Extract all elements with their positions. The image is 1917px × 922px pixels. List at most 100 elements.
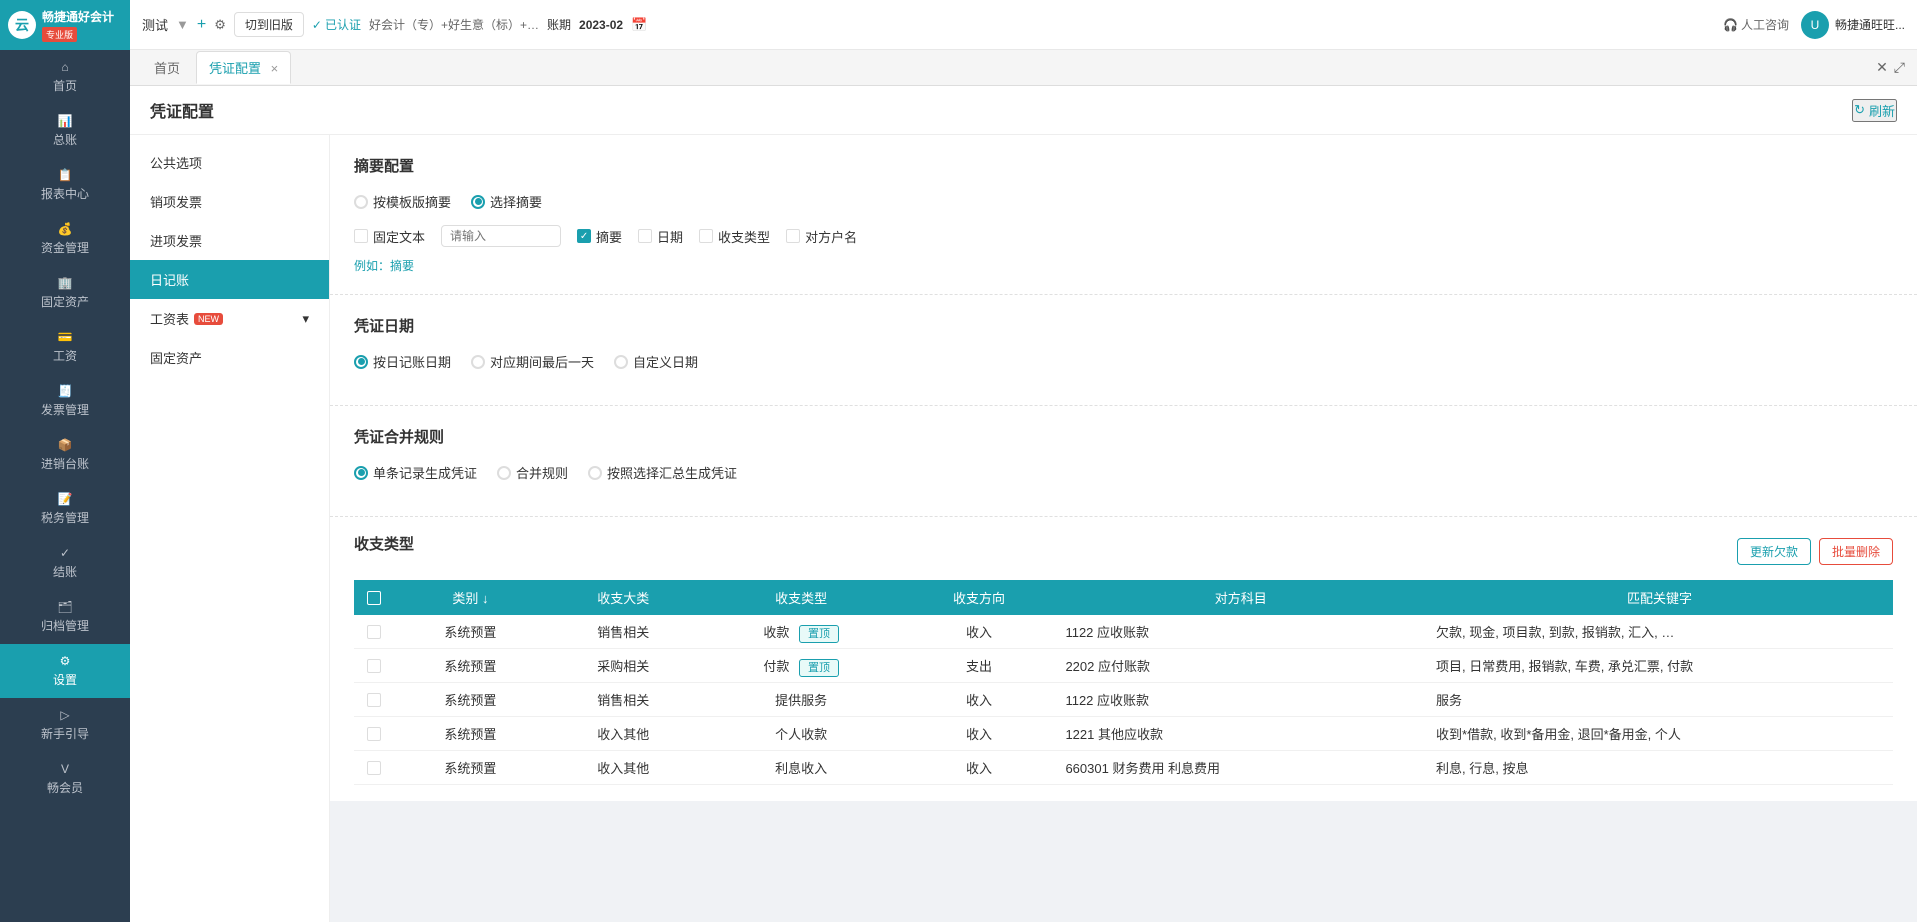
sidebar-item-ledger[interactable]: 📊 总账: [0, 104, 130, 158]
row-checkbox-3[interactable]: [367, 693, 381, 707]
topbar-gear-icon[interactable]: ⚙: [214, 17, 226, 33]
tag-top-2[interactable]: 置顶: [799, 659, 839, 677]
help-button[interactable]: 🎧 人工咨询: [1723, 16, 1789, 33]
username-label: 畅捷通旺旺...: [1835, 16, 1905, 33]
row-checkbox-5[interactable]: [367, 761, 381, 775]
calendar-icon[interactable]: 📅: [631, 17, 647, 33]
sidebar-item-funds[interactable]: 💰 资金管理: [0, 212, 130, 266]
left-menu-item-payroll[interactable]: 工资表 NEW ▾: [130, 299, 329, 338]
income-expense-table: 类别 ↓ 收支大类 收支类型 收支方向 对方科目 匹配关键字 系统预置 销售相: [354, 580, 1893, 785]
topbar: 测试 ▼ + ⚙ 切到旧版 ✓ ✓已认证 已认证 好会计（专）+好生意（标）+……: [130, 0, 1917, 50]
income-expense-title: 收支类型: [354, 533, 414, 554]
checkbox-box-income: [699, 229, 713, 243]
left-menu-item-sales[interactable]: 销项发票: [130, 182, 329, 221]
radio-aggregate[interactable]: 按照选择汇总生成凭证: [588, 463, 737, 482]
checkbox-box-fixed: [354, 229, 368, 243]
sidebar-item-invoice[interactable]: 🧾 发票管理: [0, 374, 130, 428]
reports-icon: 📋: [58, 168, 73, 182]
topbar-tags: 好会计（专）+好生意（标）+…: [369, 16, 539, 33]
sidebar-item-guide[interactable]: ▷ 新手引导: [0, 698, 130, 752]
fixed-text-input[interactable]: [441, 225, 561, 247]
sidebar-item-home[interactable]: ⌂ 首页: [0, 50, 130, 104]
radio-merge-rule[interactable]: 合并规则: [497, 463, 568, 482]
tag-top-1[interactable]: 置顶: [799, 625, 839, 643]
radio-journal-date[interactable]: 按日记账日期: [354, 352, 451, 371]
topbar-arrow-icon: ▼: [176, 17, 189, 32]
sidebar-item-checkout[interactable]: ✓ 结账: [0, 536, 130, 590]
row-checkbox-2[interactable]: [367, 659, 381, 673]
logo-text: 畅捷通好会计 专业版: [42, 8, 114, 42]
income-expense-section: 收支类型 更新欠款 批量删除 类别 ↓ 收支大类: [330, 517, 1917, 801]
user-profile[interactable]: U 畅捷通旺旺...: [1801, 11, 1905, 39]
checkbox-date[interactable]: 日期: [638, 227, 683, 246]
left-menu-item-fixed-assets[interactable]: 固定资产: [130, 338, 329, 377]
table-row: 系统预置 销售相关 收款 置顶 收入 1122 应收账款 欠款, 现金, 项目款…: [354, 615, 1893, 649]
summary-section: 摘要配置 按模板版摘要 选择摘要 固定文本: [330, 135, 1917, 295]
checkbox-counterpart-name[interactable]: 对方户名: [786, 227, 857, 246]
close-window-icon[interactable]: ✕: [1876, 59, 1888, 76]
left-menu-item-public[interactable]: 公共选项: [130, 143, 329, 182]
sidebar-item-member[interactable]: V 畅会员: [0, 752, 130, 806]
table-header-category: 类别 ↓: [394, 580, 547, 615]
radio-circle-template: [354, 195, 368, 209]
settings-icon: ⚙: [60, 654, 71, 668]
topbar-title: 测试: [142, 15, 168, 34]
date-radio-group: 按日记账日期 对应期间最后一天 自定义日期: [354, 352, 1893, 371]
update-debt-button[interactable]: 更新欠款: [1737, 538, 1811, 565]
radio-period-last[interactable]: 对应期间最后一天: [471, 352, 594, 371]
checkbox-summary[interactable]: ✓ 摘要: [577, 227, 622, 246]
table-header-row: 收支类型 更新欠款 批量删除: [354, 533, 1893, 570]
summary-radio-group: 按模板版摘要 选择摘要: [354, 192, 1893, 211]
tab-home[interactable]: 首页: [142, 52, 192, 83]
sidebar-item-archive[interactable]: 🗂 归档管理: [0, 590, 130, 644]
maximize-icon[interactable]: ⤢: [1894, 59, 1905, 76]
tab-voucher-config[interactable]: 凭证配置 ×: [196, 51, 291, 84]
refresh-icon: ↻: [1854, 102, 1865, 118]
checkbox-fixed-text[interactable]: 固定文本: [354, 227, 425, 246]
tabbar: 首页 凭证配置 × ✕ ⤢: [130, 50, 1917, 86]
salary-icon: 💳: [58, 330, 73, 344]
table-header-direction: 收支方向: [903, 580, 1056, 615]
sidebar-item-settings[interactable]: ⚙ 设置: [0, 644, 130, 698]
row-checkbox-1[interactable]: [367, 625, 381, 639]
radio-circle-select: [471, 195, 485, 209]
table-header-subject: 对方科目: [1055, 580, 1426, 615]
tab-close-icon[interactable]: ×: [271, 61, 279, 76]
left-menu-item-purchase[interactable]: 进项发票: [130, 221, 329, 260]
radio-single-record[interactable]: 单条记录生成凭证: [354, 463, 477, 482]
left-menu-item-journal[interactable]: 日记账: [130, 260, 329, 299]
topbar-period: 2023-02: [579, 18, 623, 32]
archive-icon: 🗂: [57, 600, 72, 614]
sidebar: 云 畅捷通好会计 专业版 ⌂ 首页 📊 总账 📋 报表中心 💰 资金管理 🏢 固…: [0, 0, 130, 922]
table-row: 系统预置 销售相关 提供服务 收入 1122 应收账款 服务: [354, 683, 1893, 717]
logo-icon: 云: [8, 11, 36, 39]
main-area: 测试 ▼ + ⚙ 切到旧版 ✓ ✓已认证 已认证 好会计（专）+好生意（标）+……: [130, 0, 1917, 922]
sidebar-item-tax[interactable]: 📝 税务管理: [0, 482, 130, 536]
refresh-button[interactable]: ↻ 刷新: [1852, 99, 1897, 122]
right-panel: 摘要配置 按模板版摘要 选择摘要 固定文本: [330, 135, 1917, 922]
switch-version-button[interactable]: 切到旧版: [234, 12, 304, 37]
radio-select-summary[interactable]: 选择摘要: [471, 192, 542, 211]
sidebar-item-reports[interactable]: 📋 报表中心: [0, 158, 130, 212]
checkbox-income-type[interactable]: 收支类型: [699, 227, 770, 246]
radio-custom-date[interactable]: 自定义日期: [614, 352, 698, 371]
merge-radio-group: 单条记录生成凭证 合并规则 按照选择汇总生成凭证: [354, 463, 1893, 482]
radio-circle-custom: [614, 355, 628, 369]
sidebar-item-salary[interactable]: 💳 工资: [0, 320, 130, 374]
sidebar-item-assets[interactable]: 🏢 固定资产: [0, 266, 130, 320]
sidebar-logo: 云 畅捷通好会计 专业版: [0, 0, 130, 50]
table-header-type: 收支类型: [700, 580, 903, 615]
chevron-down-icon: ▾: [302, 311, 309, 327]
table-action-btns: 更新欠款 批量删除: [1737, 538, 1893, 565]
radio-circle-aggregate: [588, 466, 602, 480]
sidebar-item-purchase[interactable]: 📦 进销台账: [0, 428, 130, 482]
radio-circle-period: [471, 355, 485, 369]
table-row: 系统预置 收入其他 利息收入 收入 660301 财务费用 利息费用 利息, 行…: [354, 751, 1893, 785]
row-checkbox-4[interactable]: [367, 727, 381, 741]
checkbox-box-summary: ✓: [577, 229, 591, 243]
merge-section: 凭证合并规则 单条记录生成凭证 合并规则 按照选择汇总生成凭证: [330, 406, 1917, 517]
tax-icon: 📝: [58, 492, 73, 506]
batch-delete-button[interactable]: 批量删除: [1819, 538, 1893, 565]
radio-template-summary[interactable]: 按模板版摘要: [354, 192, 451, 211]
topbar-add-icon[interactable]: +: [197, 16, 206, 34]
